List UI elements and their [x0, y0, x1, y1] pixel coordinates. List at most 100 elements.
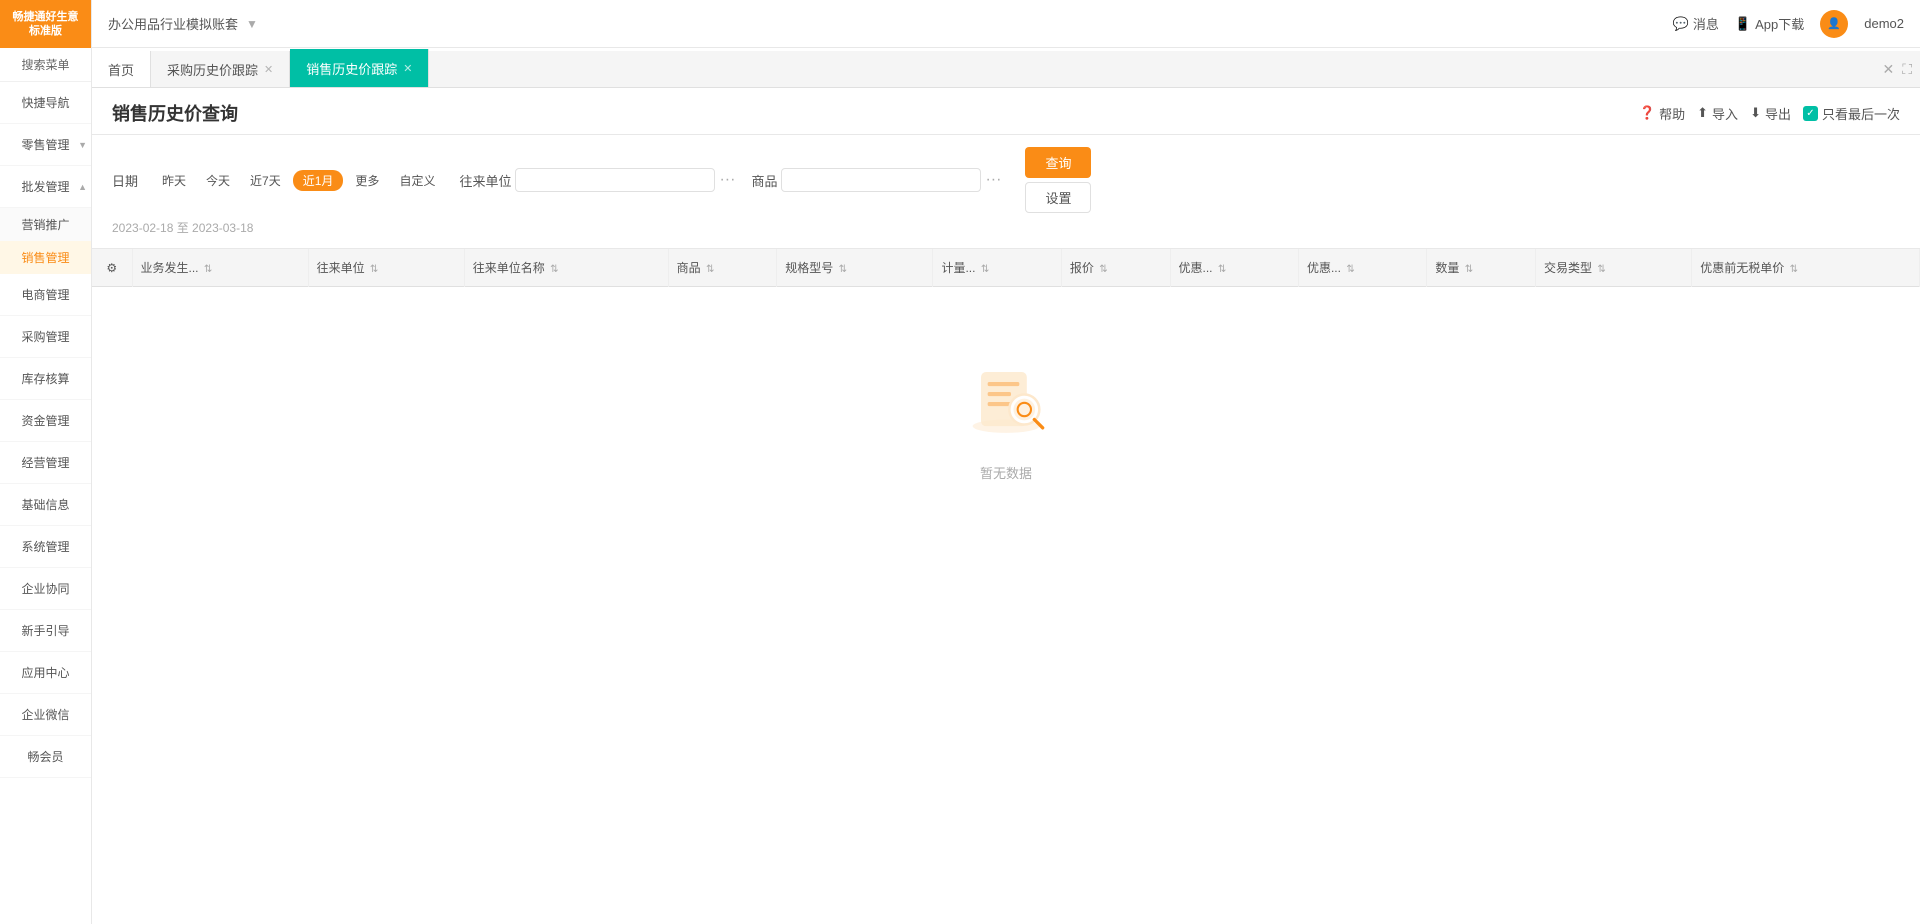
search-menu-label[interactable]: 搜索菜单 [6, 56, 85, 73]
app-download-label: App下载 [1755, 14, 1804, 33]
sidebar-item-newbie[interactable]: 新手引导 [0, 610, 91, 652]
goods-picker-btn[interactable]: ··· [985, 171, 1001, 189]
export-label: 导出 [1765, 104, 1791, 123]
empty-state: 暂无数据 [92, 287, 1920, 542]
tab-close-all-btn[interactable]: ✕ [1882, 61, 1894, 78]
message-icon: 💬 [1673, 16, 1689, 32]
goods-filter-group: 商品 ··· [751, 168, 1001, 192]
table-header: ⚙ 业务发生... ⇅ 往来单位 ⇅ 往来单位名称 ⇅ [92, 249, 1920, 287]
date-btn-today[interactable]: 今天 [198, 170, 238, 191]
message-btn[interactable]: 💬 消息 [1673, 14, 1719, 33]
user-avatar[interactable]: 👤 [1820, 10, 1848, 38]
sidebar-item-system[interactable]: 系统管理 [0, 526, 91, 568]
table-col-spec[interactable]: 规格型号 ⇅ [777, 249, 933, 287]
sidebar-basic-label: 基础信息 [21, 498, 69, 512]
sidebar-item-sales-mgmt[interactable]: 销售管理 [0, 241, 91, 274]
sidebar-item-retail[interactable]: 零售管理 [0, 124, 91, 166]
tab-home[interactable]: 首页 [92, 51, 151, 87]
sidebar-item-purchase[interactable]: 采购管理 [0, 316, 91, 358]
page-header: 销售历史价查询 ❓ 帮助 ⬆ 导入 ⬇ 导出 ✓ 只看最后一次 [92, 88, 1920, 135]
col-partner-name-label: 往来单位名称 [473, 261, 545, 275]
table-col-price[interactable]: 报价 ⇅ [1061, 249, 1170, 287]
col-price-sort-icon: ⇅ [1099, 264, 1107, 275]
date-btn-more[interactable]: 更多 [347, 170, 387, 191]
sidebar-item-basic[interactable]: 基础信息 [0, 484, 91, 526]
tab-purchase-history-label: 采购历史价跟踪 [167, 60, 258, 79]
help-label: 帮助 [1659, 104, 1685, 123]
col-biz-date-label: 业务发生... [141, 261, 199, 275]
tab-sales-history[interactable]: 销售历史价跟踪 ✕ [290, 49, 429, 87]
app-logo: 畅捷通好生意 标准版 [0, 0, 91, 48]
col-discount-amount-sort-icon: ⇅ [1346, 264, 1354, 275]
sidebar-item-member[interactable]: 畅会员 [0, 736, 91, 778]
table-col-goods[interactable]: 商品 ⇅ [668, 249, 777, 287]
app-download-btn[interactable]: 📱 App下载 [1735, 14, 1804, 33]
export-icon: ⬇ [1750, 105, 1761, 121]
col-partner-code-label: 往来单位 [317, 261, 365, 275]
export-btn[interactable]: ⬇ 导出 [1750, 104, 1791, 123]
search-menu[interactable]: 搜索菜单 [0, 48, 91, 82]
download-icon: 📱 [1735, 16, 1751, 32]
only-last-check-group: ✓ 只看最后一次 [1803, 104, 1900, 123]
tabbar: 首页 采购历史价跟踪 ✕ 销售历史价跟踪 ✕ ✕ ⛶ [92, 48, 1920, 88]
date-btn-1month[interactable]: 近1月 [293, 170, 344, 191]
sidebar-operations-label: 经营管理 [21, 456, 69, 470]
table-col-partner-code[interactable]: 往来单位 ⇅ [308, 249, 464, 287]
topbar-left: 办公用品行业模拟账套 ▼ [108, 14, 258, 33]
sidebar-item-wechat[interactable]: 企业微信 [0, 694, 91, 736]
date-btn-7days[interactable]: 近7天 [242, 170, 289, 191]
partner-input[interactable] [515, 168, 715, 192]
query-btn[interactable]: 查询 [1025, 147, 1091, 178]
sidebar-purchase-label: 采购管理 [21, 330, 69, 344]
sidebar-item-enterprise[interactable]: 企业协同 [0, 568, 91, 610]
table-container: ⚙ 业务发生... ⇅ 往来单位 ⇅ 往来单位名称 ⇅ [92, 249, 1920, 924]
table-col-pretax-price[interactable]: 优惠前无税单价 ⇅ [1692, 249, 1920, 287]
date-btn-custom[interactable]: 自定义 [391, 170, 443, 191]
sidebar-retail-label: 零售管理 [21, 138, 69, 152]
sidebar-inventory-label: 库存核算 [21, 372, 69, 386]
col-spec-label: 规格型号 [785, 261, 833, 275]
col-partner-name-sort-icon: ⇅ [550, 264, 558, 275]
avatar-img: 👤 [1827, 17, 1841, 30]
quick-nav-label: 快捷导航 [21, 96, 69, 110]
tab-maximize-btn[interactable]: ⛶ [1902, 61, 1912, 78]
sidebar-ecommerce-label: 电商管理 [21, 288, 69, 302]
col-unit-sort-icon: ⇅ [981, 264, 989, 275]
settings-btn[interactable]: 设置 [1025, 182, 1091, 213]
table-col-discount-amount[interactable]: 优惠... ⇅ [1298, 249, 1426, 287]
sidebar-item-operations[interactable]: 经营管理 [0, 442, 91, 484]
table-col-biz-date[interactable]: 业务发生... ⇅ [132, 249, 308, 287]
sidebar-item-finance[interactable]: 资金管理 [0, 400, 91, 442]
tab-purchase-history-close[interactable]: ✕ [264, 63, 273, 76]
tab-sales-history-close[interactable]: ✕ [403, 62, 412, 75]
table-col-partner-name[interactable]: 往来单位名称 ⇅ [464, 249, 668, 287]
sidebar-item-ecommerce[interactable]: 电商管理 [0, 274, 91, 316]
sidebar-item-quick-nav[interactable]: 快捷导航 [0, 82, 91, 124]
table-col-discount-rate[interactable]: 优惠... ⇅ [1170, 249, 1298, 287]
table-col-trade-type[interactable]: 交易类型 ⇅ [1536, 249, 1692, 287]
import-btn[interactable]: ⬆ 导入 [1697, 104, 1738, 123]
table-col-unit[interactable]: 计量... ⇅ [933, 249, 1061, 287]
goods-input[interactable] [781, 168, 981, 192]
sidebar-item-inventory[interactable]: 库存核算 [0, 358, 91, 400]
workspace-dropdown-icon[interactable]: ▼ [246, 17, 258, 31]
empty-text: 暂无数据 [980, 463, 1032, 482]
main-area: 办公用品行业模拟账套 ▼ 💬 消息 📱 App下载 👤 demo2 首页 采购历… [92, 0, 1920, 924]
help-btn[interactable]: ❓ 帮助 [1639, 104, 1685, 123]
tab-purchase-history[interactable]: 采购历史价跟踪 ✕ [151, 51, 290, 87]
help-icon: ❓ [1639, 105, 1655, 121]
sidebar-item-wholesale[interactable]: 批发管理 [0, 166, 91, 208]
logo-text: 畅捷通好生意 [13, 10, 79, 24]
sidebar-item-app-center[interactable]: 应用中心 [0, 652, 91, 694]
table-col-quantity[interactable]: 数量 ⇅ [1427, 249, 1536, 287]
page-actions: ❓ 帮助 ⬆ 导入 ⬇ 导出 ✓ 只看最后一次 [1639, 104, 1900, 123]
filter-date-group: 日期 昨天 今天 近7天 近1月 更多 自定义 往来单位 ··· [112, 147, 1091, 236]
goods-label: 商品 [751, 171, 777, 190]
message-label: 消息 [1693, 14, 1719, 33]
table-settings-col[interactable]: ⚙ [92, 249, 132, 287]
date-btn-yesterday[interactable]: 昨天 [154, 170, 194, 191]
col-unit-label: 计量... [941, 261, 975, 275]
only-last-checkbox[interactable]: ✓ [1803, 106, 1818, 121]
sidebar-item-marketing[interactable]: 营销推广 [0, 208, 91, 241]
partner-picker-btn[interactable]: ··· [719, 171, 735, 189]
